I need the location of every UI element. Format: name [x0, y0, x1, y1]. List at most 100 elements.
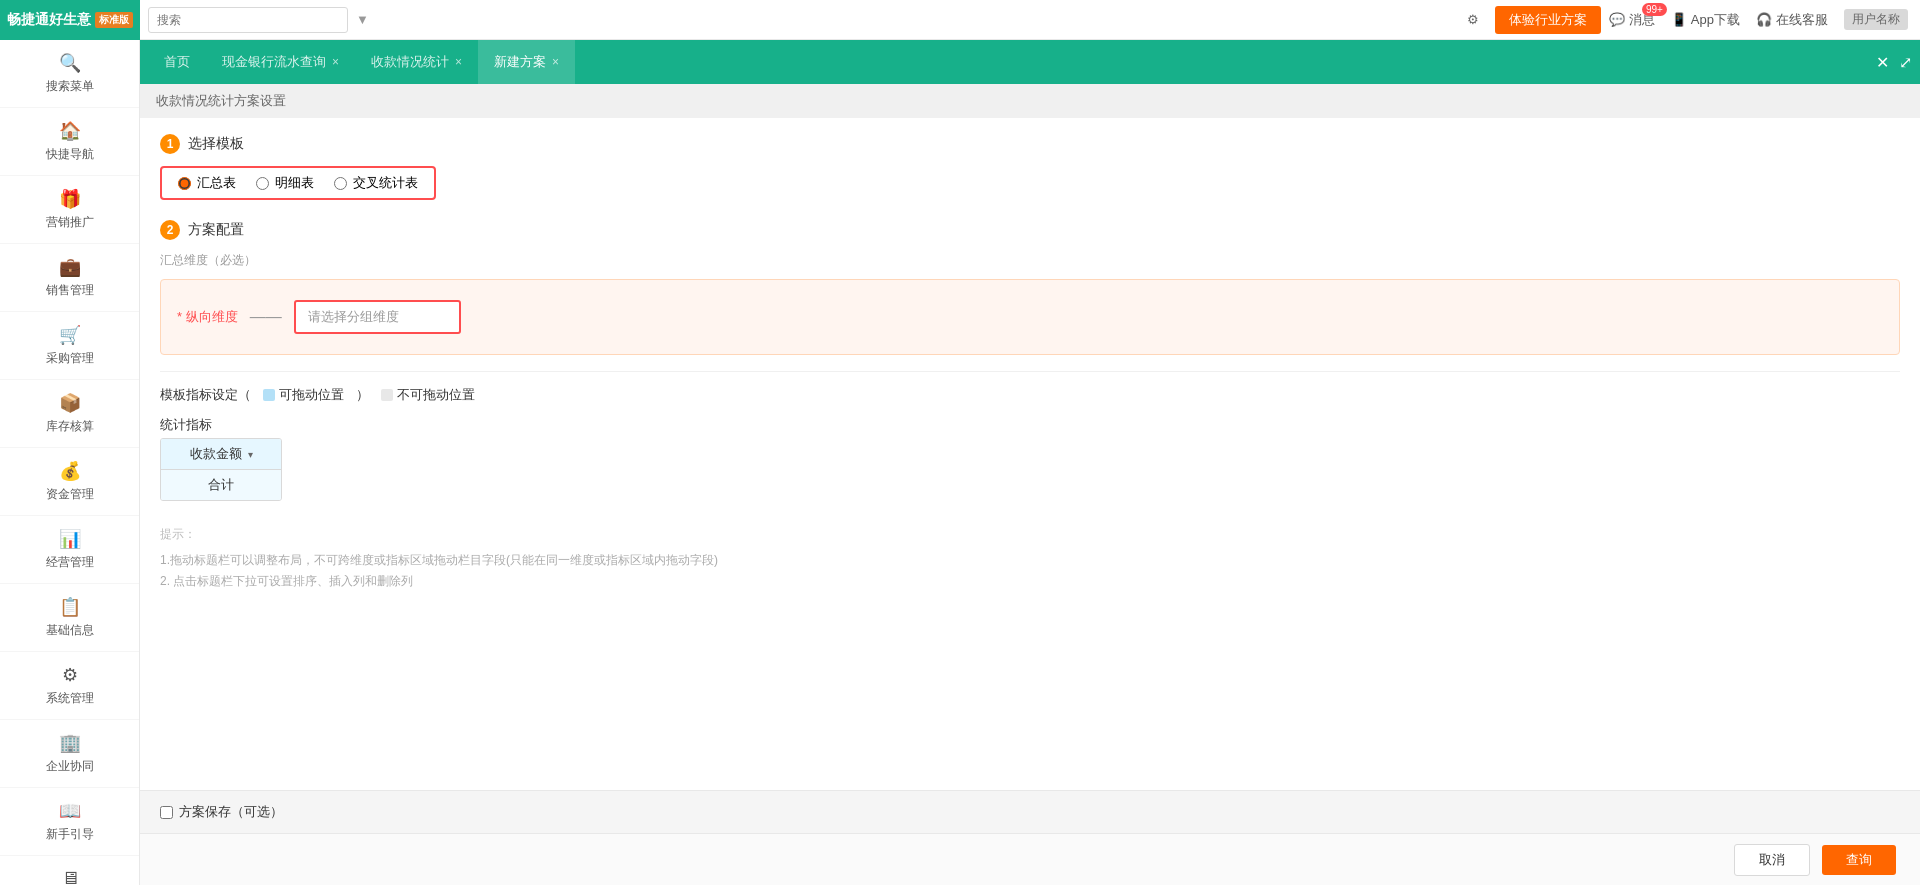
- indicator-col-header[interactable]: 收款金额 ▾: [161, 439, 281, 470]
- save-label[interactable]: 方案保存（可选）: [179, 803, 283, 821]
- indicator-table-wrapper: 统计指标 收款金额 ▾ 合计: [160, 416, 1900, 504]
- tab-close-all-icon[interactable]: ✕: [1876, 53, 1889, 72]
- search-dropdown-icon[interactable]: ▼: [356, 12, 369, 27]
- tips-label: 提示：: [160, 524, 1900, 546]
- message-btn[interactable]: 💬 消息 99+: [1609, 11, 1655, 29]
- bottom-action-bar: 取消 查询: [140, 833, 1920, 885]
- online-service-btn[interactable]: 🎧 在线客服: [1756, 11, 1828, 29]
- page-inner: 收款情况统计方案设置 1 选择模板 汇总表: [140, 84, 1920, 790]
- cancel-button[interactable]: 取消: [1734, 844, 1810, 876]
- sidebar-item-basic-info[interactable]: 📋 基础信息: [0, 584, 139, 652]
- immovable-dot: [381, 389, 393, 401]
- save-checkbox[interactable]: [160, 806, 173, 819]
- radio-detail-label[interactable]: 明细表: [275, 174, 314, 192]
- radio-cross-input[interactable]: [334, 177, 347, 190]
- arrow: ——: [250, 308, 282, 326]
- page-breadcrumb: 收款情况统计方案设置: [140, 84, 1920, 118]
- tab-bar: 首页 现金银行流水查询 × 收款情况统计 × 新建方案 × ✕ ⤢: [140, 40, 1920, 84]
- immovable-tag: 不可拖动位置: [381, 386, 475, 404]
- top-right-actions: 💬 消息 99+ 📱 App下载 🎧 在线客服 用户名称: [1609, 9, 1908, 30]
- section-1-title: 1 选择模板: [160, 134, 1900, 154]
- indicator-settings: 模板指标设定（ 可拖动位置 ） 不可拖动位置: [160, 371, 1900, 504]
- movable-dot: [263, 389, 275, 401]
- radio-cross-label[interactable]: 交叉统计表: [353, 174, 418, 192]
- radio-summary-label[interactable]: 汇总表: [197, 174, 236, 192]
- col-header-dropdown-icon[interactable]: ▾: [248, 449, 253, 460]
- dimension-row: 纵向维度 —— 请选择分组维度: [177, 300, 1883, 334]
- tab-bar-actions: ✕ ⤢: [1876, 53, 1912, 72]
- operations-icon: 📊: [59, 528, 81, 550]
- movable-tag: 可拖动位置: [263, 386, 344, 404]
- radio-summary[interactable]: 汇总表: [178, 174, 236, 192]
- basic-info-icon: 📋: [59, 596, 81, 618]
- sidebar-item-inventory[interactable]: 📦 库存核算: [0, 380, 139, 448]
- sidebar-item-operations[interactable]: 📊 经营管理: [0, 516, 139, 584]
- section-template: 1 选择模板 汇总表 明细表: [160, 134, 1900, 200]
- sidebar-item-enterprise[interactable]: 🏢 企业协同: [0, 720, 139, 788]
- sidebar-item-label: 采购管理: [46, 350, 94, 367]
- tips-section: 提示： 1.拖动标题栏可以调整布局，不可跨维度或指标区域拖动栏目字段(只能在同一…: [160, 524, 1900, 593]
- sidebar-item-label: 快捷导航: [46, 146, 94, 163]
- tab-new-plan[interactable]: 新建方案 ×: [478, 40, 575, 84]
- tab-bank-flow-close[interactable]: ×: [332, 55, 339, 69]
- indicator-header: 模板指标设定（ 可拖动位置 ） 不可拖动位置: [160, 386, 1900, 404]
- top-search-input[interactable]: [148, 7, 348, 33]
- guide-icon: 📖: [59, 800, 81, 822]
- vertical-dimension-label: 纵向维度: [177, 308, 238, 326]
- sidebar-item-hardware[interactable]: 🖥 智能硬件: [0, 856, 139, 885]
- stat-label-area: 统计指标 收款金额 ▾ 合计: [160, 416, 282, 504]
- sidebar-item-purchase[interactable]: 🛒 采购管理: [0, 312, 139, 380]
- template-selection-box: 汇总表 明细表 交叉统计表: [160, 166, 436, 200]
- user-display[interactable]: 用户名称: [1844, 9, 1908, 30]
- industry-btn[interactable]: 体验行业方案: [1495, 6, 1601, 34]
- content-area: 首页 现金银行流水查询 × 收款情况统计 × 新建方案 × ✕ ⤢: [140, 40, 1920, 885]
- system-icon: ⚙: [62, 664, 78, 686]
- sidebar-item-label: 库存核算: [46, 418, 94, 435]
- sidebar-item-label: 基础信息: [46, 622, 94, 639]
- radio-summary-input[interactable]: [178, 177, 191, 190]
- page-footer: 方案保存（可选）: [140, 790, 1920, 833]
- search-menu-icon: 🔍: [59, 52, 81, 74]
- tab-receipt-stat-close[interactable]: ×: [455, 55, 462, 69]
- sidebar-item-quick-nav[interactable]: 🏠 快捷导航: [0, 108, 139, 176]
- inventory-icon: 📦: [59, 392, 81, 414]
- sidebar-item-label: 企业协同: [46, 758, 94, 775]
- dimension-select[interactable]: 请选择分组维度: [294, 300, 461, 334]
- quick-nav-icon: 🏠: [59, 120, 81, 142]
- main-layout: 🔍 搜索菜单 🏠 快捷导航 🎁 营销推广 💼 销售管理 🛒 采购管理 📦 库存核…: [0, 40, 1920, 885]
- app-logo: 畅捷通好生意 标准版: [0, 0, 140, 40]
- sidebar: 🔍 搜索菜单 🏠 快捷导航 🎁 营销推广 💼 销售管理 🛒 采购管理 📦 库存核…: [0, 40, 140, 885]
- tab-bank-flow[interactable]: 现金银行流水查询 ×: [206, 40, 355, 84]
- tip-1: 1.拖动标题栏可以调整布局，不可跨维度或指标区域拖动栏目字段(只能在同一维度或指…: [160, 550, 1900, 572]
- app-download-btn[interactable]: 📱 App下载: [1671, 11, 1740, 29]
- sidebar-item-label: 资金管理: [46, 486, 94, 503]
- settings-icon[interactable]: ⚙: [1459, 6, 1487, 34]
- sidebar-item-marketing[interactable]: 🎁 营销推广: [0, 176, 139, 244]
- sidebar-item-guide[interactable]: 📖 新手引导: [0, 788, 139, 856]
- purchase-icon: 🛒: [59, 324, 81, 346]
- sidebar-item-system[interactable]: ⚙ 系统管理: [0, 652, 139, 720]
- tab-receipt-stat[interactable]: 收款情况统计 ×: [355, 40, 478, 84]
- tab-new-plan-close[interactable]: ×: [552, 55, 559, 69]
- sidebar-item-label: 营销推广: [46, 214, 94, 231]
- config-section: 汇总维度（必选） 纵向维度 —— 请选择分组维度: [160, 252, 1900, 593]
- sidebar-item-finance[interactable]: 💰 资金管理: [0, 448, 139, 516]
- finance-icon: 💰: [59, 460, 81, 482]
- tab-maximize-icon[interactable]: ⤢: [1899, 53, 1912, 72]
- dimension-title: 汇总维度（必选）: [160, 252, 1900, 269]
- tab-home[interactable]: 首页: [148, 40, 206, 84]
- hardware-icon: 🖥: [61, 868, 79, 885]
- sales-icon: 💼: [59, 256, 81, 278]
- indicator-table: 收款金额 ▾ 合计: [160, 438, 282, 501]
- sidebar-item-sales[interactable]: 💼 销售管理: [0, 244, 139, 312]
- indicator-col-cell: 合计: [161, 470, 281, 500]
- stat-label: 统计指标: [160, 416, 282, 434]
- section-2-title: 2 方案配置: [160, 220, 1900, 240]
- radio-detail-input[interactable]: [256, 177, 269, 190]
- sidebar-item-search-menu[interactable]: 🔍 搜索菜单: [0, 40, 139, 108]
- query-button[interactable]: 查询: [1822, 845, 1896, 875]
- save-checkbox-area[interactable]: 方案保存（可选）: [160, 803, 283, 821]
- radio-cross[interactable]: 交叉统计表: [334, 174, 418, 192]
- radio-detail[interactable]: 明细表: [256, 174, 314, 192]
- sidebar-item-label: 新手引导: [46, 826, 94, 843]
